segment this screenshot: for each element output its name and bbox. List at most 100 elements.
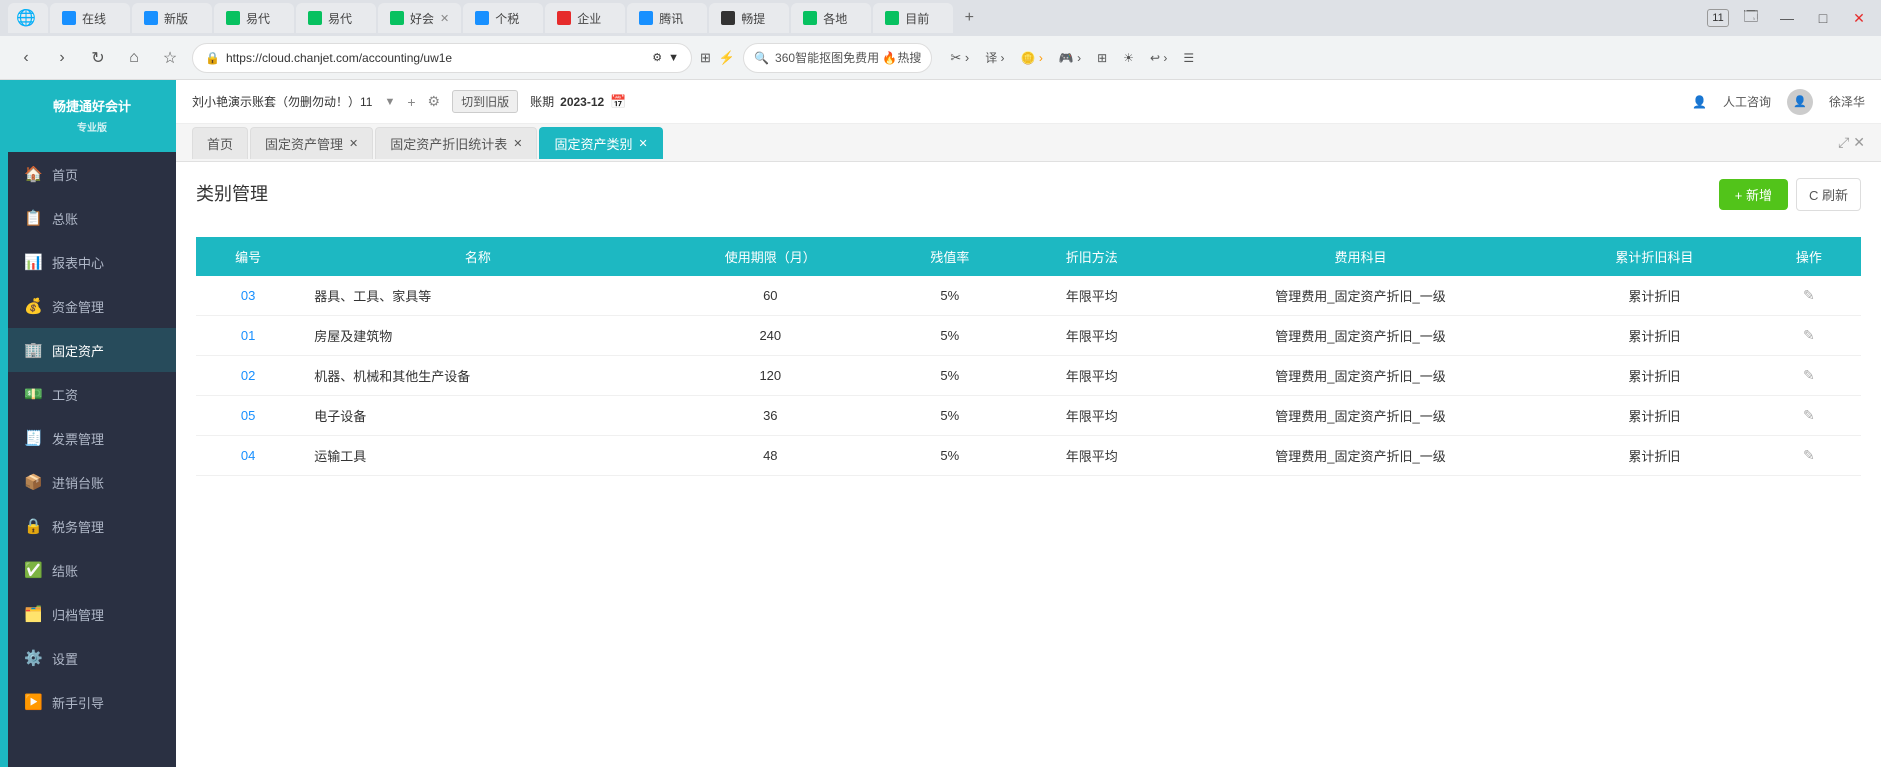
table-header: 编号 名称 使用期限（月） 残值率 折旧方法 费用科目 累计折旧科目 操作 bbox=[196, 237, 1861, 276]
edit-icon[interactable]: ✎ bbox=[1803, 367, 1815, 383]
security-icon: 🔒 bbox=[205, 51, 220, 65]
browser-tab-haohui[interactable]: 好会 ✕ bbox=[378, 3, 461, 33]
browser-tab-xinban[interactable]: 新版 bbox=[132, 3, 212, 33]
window-maximize-icon[interactable]: □ bbox=[1809, 4, 1837, 32]
sidebar-item-reports[interactable]: 📊 报表中心 bbox=[8, 240, 176, 284]
tab-close-icon[interactable]: ✕ bbox=[440, 12, 449, 25]
home-button[interactable]: ⌂ bbox=[120, 44, 148, 72]
reload-button[interactable]: ↻ bbox=[84, 44, 112, 72]
page-tab-fixed-assets-mgmt[interactable]: 固定资产管理 ✕ bbox=[250, 127, 373, 159]
maximize-icon[interactable]: ⤢ bbox=[1838, 134, 1849, 151]
search-box[interactable]: 🔍 360智能抠图免费用 🔥热搜 bbox=[743, 43, 932, 73]
browser-tab-yidai1[interactable]: 易代 bbox=[214, 3, 294, 33]
edit-icon[interactable]: ✎ bbox=[1803, 407, 1815, 423]
edit-icon[interactable]: ✎ bbox=[1803, 327, 1815, 343]
menu-tool[interactable]: ☰ bbox=[1177, 44, 1200, 72]
history-tool[interactable]: ↩ › bbox=[1144, 44, 1173, 72]
page-tab-depreciation-table[interactable]: 固定资产折旧统计表 ✕ bbox=[375, 127, 537, 159]
browser-tab-logo[interactable]: 🌐 bbox=[8, 3, 48, 33]
sidebar-item-inventory[interactable]: 📦 进销台账 bbox=[8, 460, 176, 504]
cut-tool[interactable]: ✂ › bbox=[944, 44, 975, 72]
sidebar-item-funds[interactable]: 💰 资金管理 bbox=[8, 284, 176, 328]
calendar-icon[interactable]: 📅 bbox=[610, 94, 626, 110]
col-code: 编号 bbox=[196, 237, 300, 276]
row2-name: 房屋及建筑物 bbox=[300, 316, 655, 356]
edit-icon[interactable]: ✎ bbox=[1803, 287, 1815, 303]
row2-action[interactable]: ✎ bbox=[1757, 316, 1861, 356]
sidebar-item-home[interactable]: 🏠 首页 bbox=[8, 152, 176, 196]
window-close-icon[interactable]: ✕ bbox=[1845, 4, 1873, 32]
row5-rate: 5% bbox=[885, 436, 1014, 476]
game-tool[interactable]: 🎮 › bbox=[1053, 44, 1087, 72]
search-icon: 🔍 bbox=[754, 51, 769, 65]
sidebar-item-guide[interactable]: ▶️ 新手引导 bbox=[8, 680, 176, 724]
page-tab-home-label: 首页 bbox=[207, 134, 233, 153]
browser-tab-qiye[interactable]: 企业 bbox=[545, 3, 625, 33]
add-button[interactable]: + 新增 bbox=[1719, 179, 1788, 210]
topbar: 刘小艳演示账套（勿删勿动！）11 ▼ + ⚙ 切到旧版 账期 2023-12 📅… bbox=[176, 80, 1881, 124]
sidebar-item-invoice[interactable]: 🧾 发票管理 bbox=[8, 416, 176, 460]
row2-period: 240 bbox=[655, 316, 885, 356]
translate-tool[interactable]: 译 › bbox=[979, 44, 1010, 72]
sun-tool[interactable]: ☀ bbox=[1117, 44, 1140, 72]
window-restore-icon[interactable]: 🗔 bbox=[1737, 4, 1765, 32]
app-wrapper: 畅捷通好会计 专业版 🏠 首页 📋 总账 📊 报表中心 💰 资金管理 🏢 固定资… bbox=[0, 80, 1881, 767]
browser-tab-gedi[interactable]: 各地 bbox=[791, 3, 871, 33]
browser-tab-changti[interactable]: 畅提 bbox=[709, 3, 789, 33]
browser-tab-gesui[interactable]: 个税 bbox=[463, 3, 543, 33]
refresh-button[interactable]: C 刷新 bbox=[1796, 178, 1861, 211]
sidebar-label-home: 首页 bbox=[52, 165, 78, 184]
sidebar-label-guide: 新手引导 bbox=[52, 693, 104, 712]
coin-tool[interactable]: 🪙 › bbox=[1015, 44, 1049, 72]
sidebar-item-closeout[interactable]: ✅ 结账 bbox=[8, 548, 176, 592]
page-tab-asset-category-close[interactable]: ✕ bbox=[639, 137, 648, 150]
sidebar-item-payroll[interactable]: 💵 工资 bbox=[8, 372, 176, 416]
guide-icon: ▶️ bbox=[24, 693, 42, 711]
consultant-label[interactable]: 人工咨询 bbox=[1723, 93, 1771, 110]
funds-icon: 💰 bbox=[24, 297, 42, 315]
page-tab-home[interactable]: 首页 bbox=[192, 127, 248, 159]
row5-action[interactable]: ✎ bbox=[1757, 436, 1861, 476]
ledger-icon: 📋 bbox=[24, 209, 42, 227]
row1-code: 03 bbox=[196, 276, 300, 316]
grid-tool[interactable]: ⊞ bbox=[1091, 44, 1113, 72]
row4-action[interactable]: ✎ bbox=[1757, 396, 1861, 436]
row3-action[interactable]: ✎ bbox=[1757, 356, 1861, 396]
browser-tab-yidai2[interactable]: 易代 bbox=[296, 3, 376, 33]
site-tools-icon[interactable]: ⚙ bbox=[652, 51, 662, 64]
sidebar-label-tax: 税务管理 bbox=[52, 517, 104, 536]
close-icon[interactable]: ✕ bbox=[1853, 134, 1865, 151]
browser-tab-zaixin[interactable]: 在线 bbox=[50, 3, 130, 33]
dropdown-arrow[interactable]: ▼ bbox=[384, 96, 395, 108]
page-tab-depreciation-table-close[interactable]: ✕ bbox=[513, 137, 522, 150]
row1-action[interactable]: ✎ bbox=[1757, 276, 1861, 316]
new-tab-button[interactable]: + bbox=[955, 4, 983, 32]
row5-period: 48 bbox=[655, 436, 885, 476]
add-account-icon[interactable]: + bbox=[407, 94, 415, 110]
settings-icon-topbar[interactable]: ⚙ bbox=[428, 93, 441, 110]
page-tab-asset-category[interactable]: 固定资产类别 ✕ bbox=[539, 127, 662, 159]
url-text: https://cloud.chanjet.com/accounting/uw1… bbox=[226, 51, 646, 65]
forward-button[interactable]: › bbox=[48, 44, 76, 72]
sidebar-item-settings[interactable]: ⚙️ 设置 bbox=[8, 636, 176, 680]
window-minimize-icon[interactable]: — bbox=[1773, 4, 1801, 32]
row2-accum: 累计折旧 bbox=[1552, 316, 1757, 356]
switch-version-button[interactable]: 切到旧版 bbox=[452, 90, 518, 113]
row4-expense: 管理费用_固定资产折旧_一级 bbox=[1169, 396, 1552, 436]
back-button[interactable]: ‹ bbox=[12, 44, 40, 72]
edit-icon[interactable]: ✎ bbox=[1803, 447, 1815, 463]
bookmark-button[interactable]: ☆ bbox=[156, 44, 184, 72]
invoice-icon: 🧾 bbox=[24, 429, 42, 447]
browser-tab-tengxun[interactable]: 腾讯 bbox=[627, 3, 707, 33]
sidebar-item-archive[interactable]: 🗂️ 归档管理 bbox=[8, 592, 176, 636]
sidebar-item-fixed-assets[interactable]: 🏢 固定资产 bbox=[8, 328, 176, 372]
sidebar-item-ledger[interactable]: 📋 总账 bbox=[8, 196, 176, 240]
browser-tab-muqian[interactable]: 目前 bbox=[873, 3, 953, 33]
address-dropdown-icon[interactable]: ▼ bbox=[668, 52, 679, 64]
sidebar-label-funds: 资金管理 bbox=[52, 297, 104, 316]
page-tab-fixed-assets-mgmt-close[interactable]: ✕ bbox=[349, 137, 358, 150]
sidebar-item-tax[interactable]: 🔒 税务管理 bbox=[8, 504, 176, 548]
address-bar[interactable]: 🔒 https://cloud.chanjet.com/accounting/u… bbox=[192, 43, 692, 73]
row2-method: 年限平均 bbox=[1015, 316, 1169, 356]
table-row: 01 房屋及建筑物 240 5% 年限平均 管理费用_固定资产折旧_一级 累计折… bbox=[196, 316, 1861, 356]
